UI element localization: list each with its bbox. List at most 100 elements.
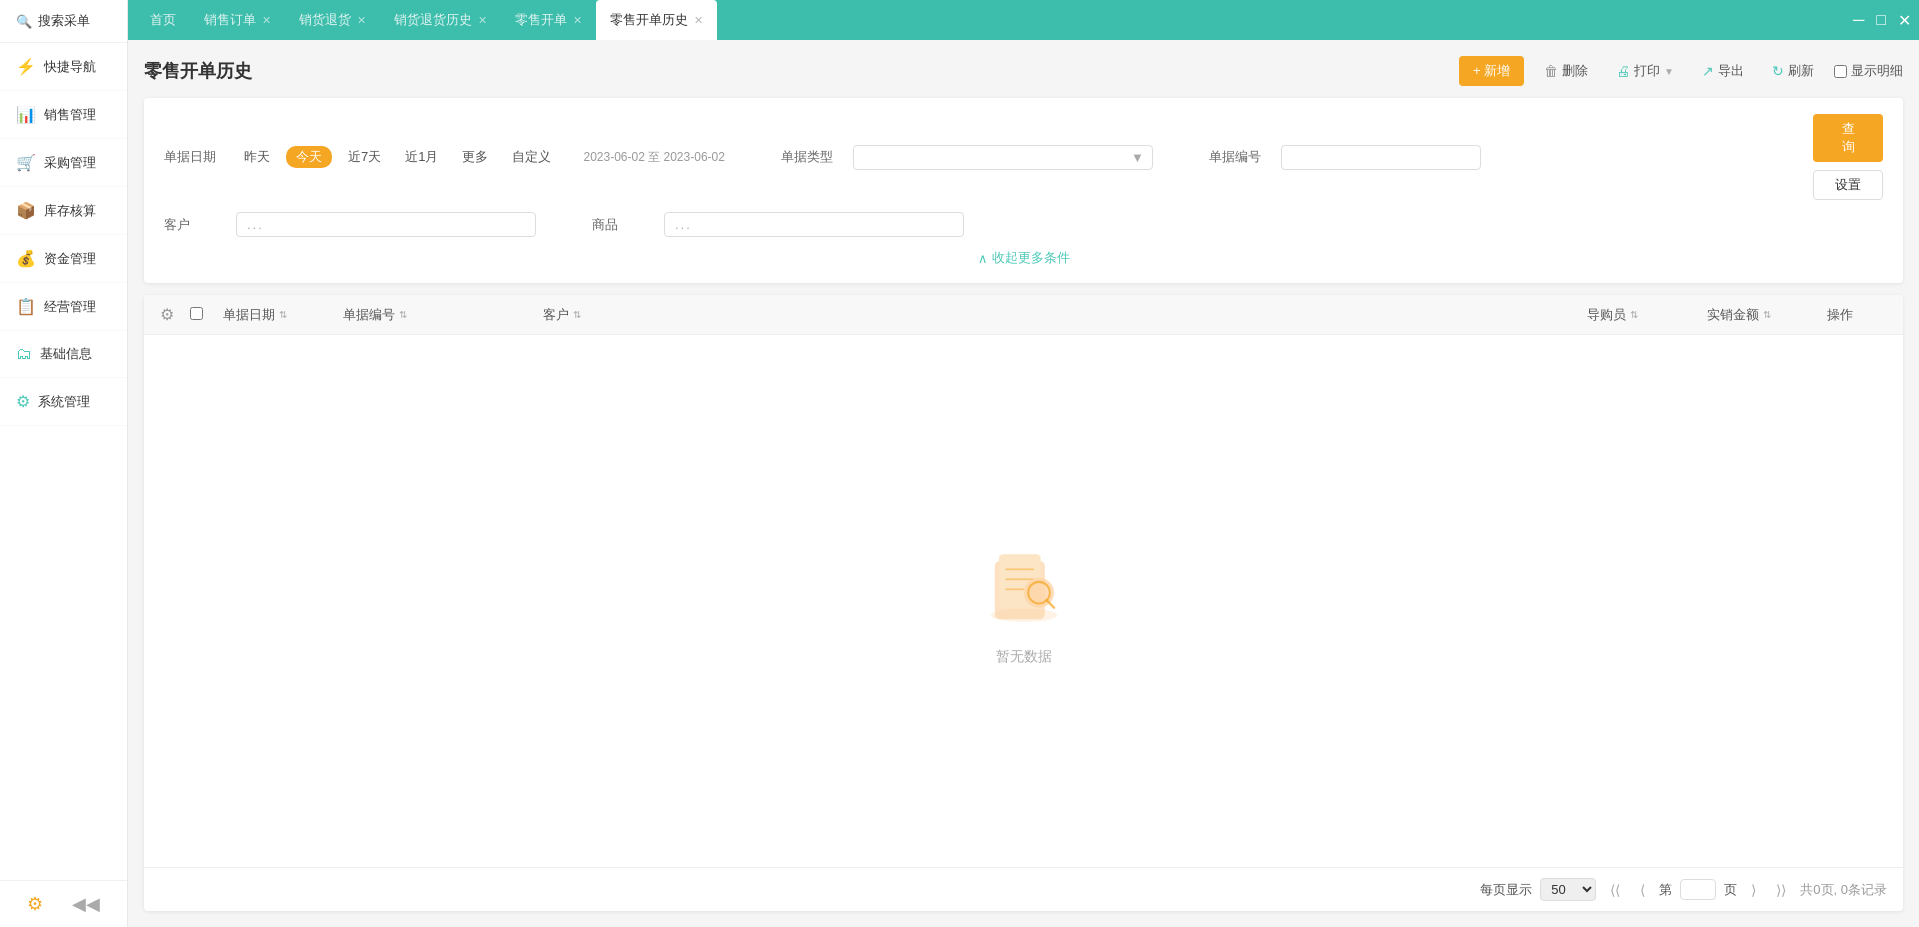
th-order-no-label: 单据编号	[343, 306, 395, 324]
display-detail-input[interactable]	[1834, 65, 1847, 78]
window-minimize[interactable]: ─	[1853, 11, 1864, 29]
order-no-filter-label: 单据编号	[1209, 148, 1265, 166]
sidebar-item-purchase-mgmt[interactable]: 🛒 采购管理	[0, 139, 127, 187]
display-detail-checkbox[interactable]: 显示明细	[1834, 62, 1903, 80]
query-button[interactable]: 查询	[1813, 114, 1883, 162]
th-date-sort: ⇅	[279, 309, 287, 320]
sidebar: 🔍 搜索采单 ⚡ 快捷导航 📊 销售管理 🛒 采购管理 📦 库存核算 💰 资金管…	[0, 0, 128, 927]
table-select-all[interactable]	[182, 306, 211, 324]
sidebar-item-finance[interactable]: 💰 资金管理	[0, 235, 127, 283]
window-maximize[interactable]: □	[1876, 11, 1886, 29]
sidebar-item-operations[interactable]: 📋 经营管理	[0, 283, 127, 331]
tab-sales-order-close[interactable]: ✕	[262, 14, 271, 27]
th-guide[interactable]: 导购员 ⇅	[1575, 306, 1695, 324]
page-total: 共0页, 0条记录	[1800, 881, 1887, 899]
refresh-button[interactable]: ↻ 刷新	[1764, 58, 1822, 84]
tab-retail-open-history-label: 零售开单历史	[610, 11, 688, 29]
refresh-icon: ↻	[1772, 63, 1784, 79]
print-icon: 🖨	[1616, 63, 1630, 79]
export-button[interactable]: ↗ 导出	[1694, 58, 1752, 84]
add-button[interactable]: + 新增	[1459, 56, 1524, 86]
date-range-display: 2023-06-02 至 2023-06-02	[583, 149, 724, 166]
tab-home-label: 首页	[150, 11, 176, 29]
main-area: 首页 销售订单 ✕ 销货退货 ✕ 销货退货历史 ✕ 零售开单 ✕ 零售开单历史 …	[128, 0, 1919, 927]
table-gear-icon[interactable]: ⚙	[152, 305, 182, 324]
tab-sales-order[interactable]: 销售订单 ✕	[190, 0, 285, 40]
sidebar-item-system[interactable]: ⚙ 系统管理	[0, 378, 127, 426]
collapse-arrow-icon: ∧	[978, 251, 988, 266]
collapse-button[interactable]: ∧ 收起更多条件	[164, 249, 1883, 267]
page-label-before: 第	[1659, 881, 1672, 899]
tab-sales-return-close[interactable]: ✕	[357, 14, 366, 27]
goods-input[interactable]: ...	[664, 212, 964, 237]
th-guide-sort: ⇅	[1630, 309, 1638, 320]
date-btn-more[interactable]: 更多	[454, 146, 496, 168]
toolbar: + 新增 🗑 删除 🖨 打印 ▼ ↗ 导出 ↻ 刷新	[1459, 56, 1903, 86]
last-page-btn[interactable]: ⟩⟩	[1770, 880, 1792, 900]
date-btn-yesterday[interactable]: 昨天	[236, 146, 278, 168]
date-btn-today[interactable]: 今天	[286, 146, 332, 168]
sidebar-bottom: ⚙ ◀◀	[0, 880, 127, 927]
delete-label: 删除	[1562, 62, 1588, 80]
per-page-select[interactable]: 50 20 100	[1540, 878, 1596, 901]
tab-retail-open[interactable]: 零售开单 ✕	[501, 0, 596, 40]
refresh-label: 刷新	[1788, 62, 1814, 80]
tab-home[interactable]: 首页	[136, 0, 190, 40]
tab-bar: 首页 销售订单 ✕ 销货退货 ✕ 销货退货历史 ✕ 零售开单 ✕ 零售开单历史 …	[128, 0, 1919, 40]
sidebar-item-label: 库存核算	[44, 202, 96, 220]
tab-sales-return[interactable]: 销货退货 ✕	[285, 0, 380, 40]
select-all-checkbox[interactable]	[190, 307, 203, 320]
prev-page-btn[interactable]: ⟨	[1634, 880, 1651, 900]
date-btn-1month[interactable]: 近1月	[397, 146, 446, 168]
pagination: 每页显示 50 20 100 ⟨⟨ ⟨ 第 1 页 ⟩ ⟩⟩ 共0页, 0条记录	[144, 867, 1903, 911]
table-header: ⚙ 单据日期 ⇅ 单据编号 ⇅ 客户 ⇅ 导购员 ⇅	[144, 295, 1903, 335]
goods-dots: ...	[675, 217, 692, 232]
date-btn-7days[interactable]: 近7天	[340, 146, 389, 168]
sidebar-item-label: 经营管理	[44, 298, 96, 316]
customer-input[interactable]: ...	[236, 212, 536, 237]
sidebar-item-label: 资金管理	[44, 250, 96, 268]
print-arrow-icon: ▼	[1664, 66, 1674, 77]
th-customer[interactable]: 客户 ⇅	[531, 306, 1575, 324]
th-date[interactable]: 单据日期 ⇅	[211, 306, 331, 324]
th-amount-label: 实销金额	[1707, 306, 1759, 324]
date-btn-custom[interactable]: 自定义	[504, 146, 559, 168]
search-icon: 🔍	[16, 14, 32, 29]
tab-retail-open-history[interactable]: 零售开单历史 ✕	[596, 0, 717, 40]
finance-icon: 💰	[16, 249, 36, 268]
sidebar-search-label: 搜索采单	[38, 12, 90, 30]
quick-nav-icon: ⚡	[16, 57, 36, 76]
inventory-icon: 📦	[16, 201, 36, 220]
sidebar-search[interactable]: 🔍 搜索采单	[0, 0, 127, 43]
tab-sales-return-history-label: 销货退货历史	[394, 11, 472, 29]
current-page-input[interactable]: 1	[1680, 879, 1716, 900]
settings-button[interactable]: 设置	[1813, 170, 1883, 200]
order-no-input[interactable]	[1281, 145, 1481, 170]
first-page-btn[interactable]: ⟨⟨	[1604, 880, 1626, 900]
tab-sales-return-history-close[interactable]: ✕	[478, 14, 487, 27]
basic-info-icon: 🗂	[16, 345, 32, 363]
sidebar-item-sales-mgmt[interactable]: 📊 销售管理	[0, 91, 127, 139]
tab-retail-open-history-close[interactable]: ✕	[694, 14, 703, 27]
th-order-no[interactable]: 单据编号 ⇅	[331, 306, 531, 324]
empty-text: 暂无数据	[996, 648, 1052, 666]
sidebar-item-quick-nav[interactable]: ⚡ 快捷导航	[0, 43, 127, 91]
print-button[interactable]: 🖨 打印 ▼	[1608, 58, 1682, 84]
th-amount-sort: ⇅	[1763, 309, 1771, 320]
sidebar-item-basic-info[interactable]: 🗂 基础信息	[0, 331, 127, 378]
filter-dates: 昨天 今天 近7天 近1月 更多 自定义 2023-06-02 至 2023-0…	[236, 146, 725, 168]
collapse-sidebar-icon[interactable]: ◀◀	[72, 893, 100, 915]
sidebar-item-label: 采购管理	[44, 154, 96, 172]
th-customer-label: 客户	[543, 306, 569, 324]
delete-button[interactable]: 🗑 删除	[1536, 58, 1596, 84]
th-amount[interactable]: 实销金额 ⇅	[1695, 306, 1815, 324]
type-select[interactable]: ▼	[853, 145, 1153, 170]
window-close[interactable]: ✕	[1898, 11, 1911, 30]
sidebar-item-inventory[interactable]: 📦 库存核算	[0, 187, 127, 235]
settings-bottom-icon[interactable]: ⚙	[27, 893, 43, 915]
next-page-btn[interactable]: ⟩	[1745, 880, 1762, 900]
tab-retail-open-close[interactable]: ✕	[573, 14, 582, 27]
tab-sales-return-history[interactable]: 销货退货历史 ✕	[380, 0, 501, 40]
filter-row-1: 单据日期 昨天 今天 近7天 近1月 更多 自定义 2023-06-02 至 2…	[164, 114, 1883, 200]
empty-state: 暂无数据	[144, 335, 1903, 867]
